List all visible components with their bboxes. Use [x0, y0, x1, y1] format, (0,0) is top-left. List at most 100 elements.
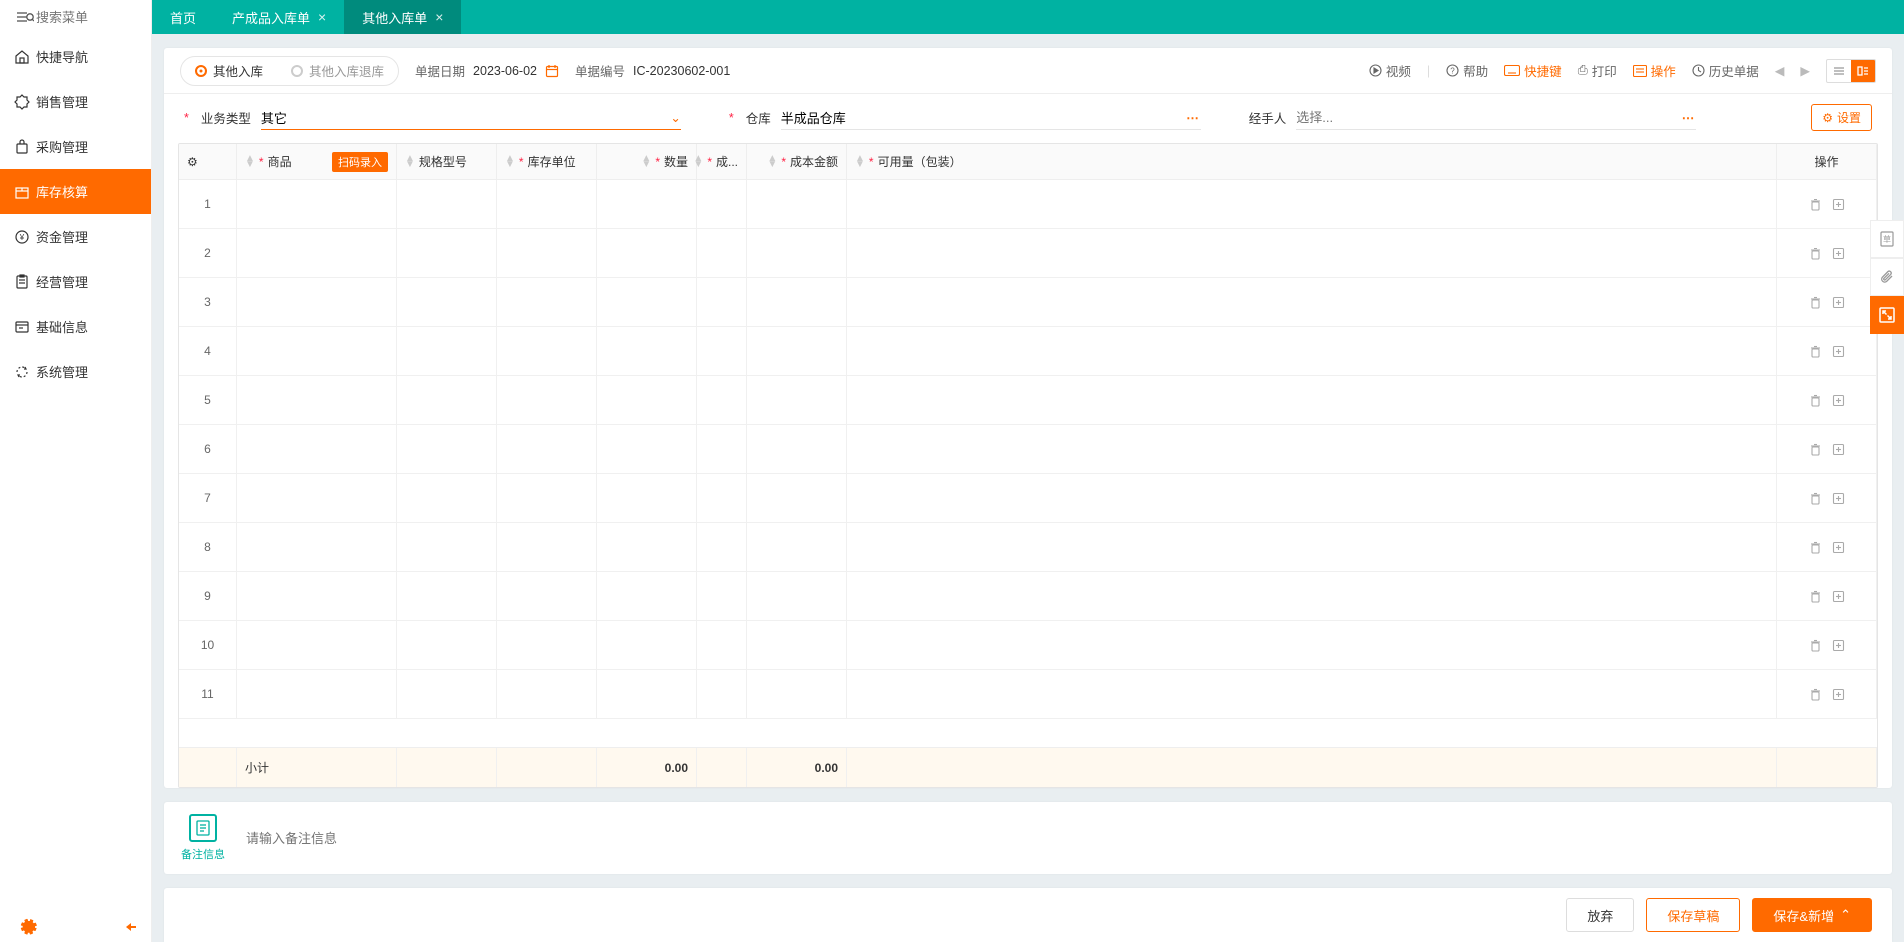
save-draft-button[interactable]: 保存草稿	[1646, 898, 1740, 932]
row-delete-icon[interactable]	[1809, 590, 1822, 603]
help-link[interactable]: ?帮助	[1446, 61, 1488, 80]
table-row[interactable]: 5	[179, 376, 1877, 425]
col-unit[interactable]: ▲▼*库存单位	[497, 144, 597, 179]
history-link[interactable]: 历史单据	[1692, 61, 1759, 80]
col-product[interactable]: ▲▼*商品扫码录入	[237, 144, 397, 179]
sidebar-search[interactable]	[0, 0, 151, 34]
row-delete-icon[interactable]	[1809, 394, 1822, 407]
column-settings-icon[interactable]: ⚙	[187, 155, 198, 169]
rail-attachment-icon[interactable]	[1870, 258, 1904, 296]
row-add-icon[interactable]	[1832, 639, 1845, 652]
row-delete-icon[interactable]	[1809, 198, 1822, 211]
radio-tab-0[interactable]: 其他入库	[181, 57, 277, 85]
row-add-icon[interactable]	[1832, 492, 1845, 505]
settings-icon[interactable]	[0, 918, 38, 936]
row-add-icon[interactable]	[1832, 443, 1845, 456]
video-link[interactable]: 视频	[1369, 61, 1411, 80]
doc-number-label: 单据编号	[575, 61, 625, 80]
sidebar-item-3[interactable]: 库存核算	[0, 169, 151, 214]
row-delete-icon[interactable]	[1809, 688, 1822, 701]
print-icon: ⎙	[1578, 63, 1588, 78]
row-delete-icon[interactable]	[1809, 541, 1822, 554]
shortcut-link[interactable]: 快捷键	[1504, 61, 1562, 80]
card-icon	[14, 319, 36, 335]
row-add-icon[interactable]	[1832, 394, 1845, 407]
fullscreen-icon[interactable]	[1856, 3, 1896, 31]
table-row[interactable]: 7	[179, 474, 1877, 523]
doc-date: 单据日期 2023-06-02	[415, 61, 559, 80]
doc-date-value[interactable]: 2023-06-02	[473, 64, 537, 78]
table-row[interactable]: 6	[179, 425, 1877, 474]
chevron-up-icon: ⌃	[1840, 907, 1851, 923]
calendar-icon[interactable]	[545, 64, 559, 78]
handler-select[interactable]: ⋯	[1296, 106, 1696, 130]
table-row[interactable]: 11	[179, 670, 1877, 719]
sidebar-item-0[interactable]: 快捷导航	[0, 34, 151, 79]
scan-badge[interactable]: 扫码录入	[332, 152, 388, 172]
tabbar-close-button[interactable]	[1810, 3, 1850, 31]
tab-1[interactable]: 产成品入库单×	[214, 0, 344, 34]
table-row[interactable]: 4	[179, 327, 1877, 376]
row-delete-icon[interactable]	[1809, 247, 1822, 260]
row-add-icon[interactable]	[1832, 247, 1845, 260]
history-prev[interactable]: ◀	[1775, 63, 1785, 78]
table-row[interactable]: 10	[179, 621, 1877, 670]
row-add-icon[interactable]	[1832, 198, 1845, 211]
operate-link[interactable]: 操作	[1633, 61, 1676, 80]
sidebar-item-2[interactable]: 采购管理	[0, 124, 151, 169]
row-delete-icon[interactable]	[1809, 639, 1822, 652]
tab-2[interactable]: 其他入库单×	[344, 0, 461, 34]
tab-0[interactable]: 首页	[152, 0, 214, 34]
sidebar-item-5[interactable]: 经营管理	[0, 259, 151, 304]
sidebar-collapse-icon[interactable]	[120, 920, 152, 934]
remark-input[interactable]	[246, 828, 1876, 848]
radio-tab-1[interactable]: 其他入库退库	[277, 57, 398, 85]
home-icon	[14, 49, 36, 65]
sidebar-item-6[interactable]: 基础信息	[0, 304, 151, 349]
warehouse-select[interactable]: ⋯	[781, 106, 1201, 130]
view-list[interactable]	[1827, 60, 1851, 82]
row-delete-icon[interactable]	[1809, 296, 1822, 309]
table-row[interactable]: 9	[179, 572, 1877, 621]
col-avail[interactable]: ▲▼*可用量（包装）	[847, 144, 1777, 179]
box-icon	[14, 184, 36, 200]
discard-button[interactable]: 放弃	[1566, 898, 1634, 932]
col-cost-unit[interactable]: ▲▼*成...	[697, 144, 747, 179]
col-cost-amount[interactable]: ▲▼*成本金额	[747, 144, 847, 179]
row-add-icon[interactable]	[1832, 688, 1845, 701]
row-delete-icon[interactable]	[1809, 345, 1822, 358]
remark-icon: 备注信息	[180, 814, 226, 862]
row-delete-icon[interactable]	[1809, 492, 1822, 505]
sidebar-search-input[interactable]	[36, 10, 126, 25]
toolbar-actions: 视频 | ?帮助 快捷键 ⎙打印 操作 历史单据 ◀ ▶	[1369, 59, 1882, 83]
table-row[interactable]: 1	[179, 180, 1877, 229]
toolbar: 其他入库其他入库退库 单据日期 2023-06-02 单据编号 IC-20230…	[164, 48, 1892, 94]
row-delete-icon[interactable]	[1809, 443, 1822, 456]
sidebar-item-7[interactable]: 系统管理	[0, 349, 151, 394]
tab-close-icon[interactable]: ×	[435, 9, 443, 25]
biz-type-select[interactable]: ⌄	[261, 106, 681, 130]
footer-actions: 放弃 保存草稿 保存&新增⌃	[164, 888, 1892, 942]
col-spec[interactable]: ▲▼规格型号	[397, 144, 497, 179]
history-next[interactable]: ▶	[1800, 63, 1810, 78]
settings-button[interactable]: ⚙ 设置	[1811, 104, 1872, 131]
rail-expand-icon[interactable]	[1870, 296, 1904, 334]
tab-close-icon[interactable]: ×	[318, 9, 326, 25]
print-link[interactable]: ⎙打印	[1578, 61, 1617, 80]
table-row[interactable]: 2	[179, 229, 1877, 278]
save-new-button[interactable]: 保存&新增⌃	[1752, 898, 1872, 932]
col-gear[interactable]: ⚙	[179, 144, 237, 179]
row-add-icon[interactable]	[1832, 345, 1845, 358]
row-add-icon[interactable]	[1832, 296, 1845, 309]
row-add-icon[interactable]	[1832, 541, 1845, 554]
rail-draft-icon[interactable]: 草	[1870, 220, 1904, 258]
col-qty[interactable]: ▲▼*数量	[597, 144, 697, 179]
table-row[interactable]: 8	[179, 523, 1877, 572]
sidebar-item-1[interactable]: 销售管理	[0, 79, 151, 124]
sidebar-item-label: 库存核算	[36, 182, 137, 201]
table-row[interactable]: 3	[179, 278, 1877, 327]
sidebar-item-4[interactable]: ¥资金管理	[0, 214, 151, 259]
view-form[interactable]	[1851, 60, 1875, 82]
sidebar: 快捷导航销售管理采购管理库存核算 ¥资金管理经营管理基础信息系统管理	[0, 0, 152, 942]
row-add-icon[interactable]	[1832, 590, 1845, 603]
